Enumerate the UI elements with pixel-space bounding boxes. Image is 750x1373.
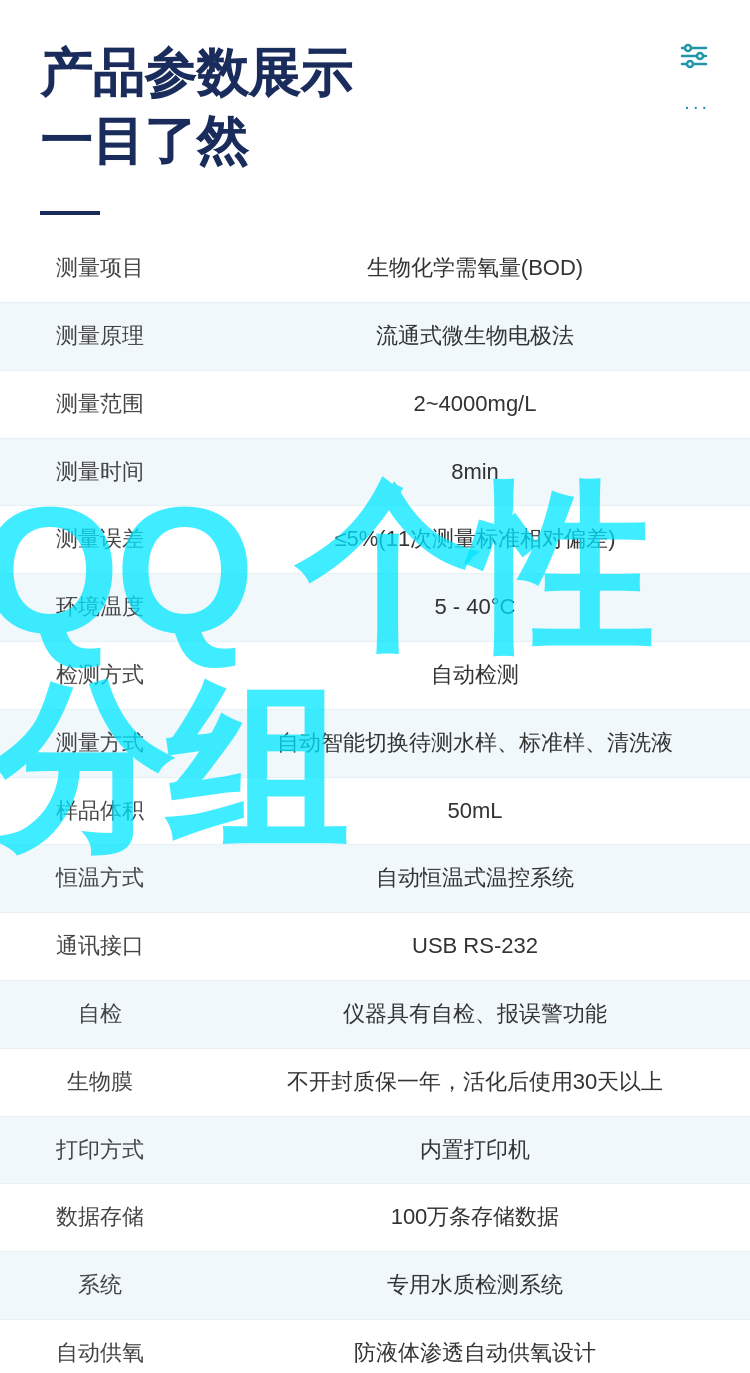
param-label: 打印方式 bbox=[0, 1116, 200, 1184]
table-row: 打印方式内置打印机 bbox=[0, 1116, 750, 1184]
param-label: 通讯接口 bbox=[0, 913, 200, 981]
table-row: 自检仪器具有自检、报误警功能 bbox=[0, 980, 750, 1048]
param-value: 100万条存储数据 bbox=[200, 1184, 750, 1252]
table-row: 系统专用水质检测系统 bbox=[0, 1252, 750, 1320]
param-label: 测量时间 bbox=[0, 438, 200, 506]
param-value: 专用水质检测系统 bbox=[200, 1252, 750, 1320]
table-row: 测量误差≤5%(11次测量标准相对偏差) bbox=[0, 506, 750, 574]
table-row: 数据存储100万条存储数据 bbox=[0, 1184, 750, 1252]
table-row: 恒温方式自动恒温式温控系统 bbox=[0, 845, 750, 913]
param-value: ≤5%(11次测量标准相对偏差) bbox=[200, 506, 750, 574]
param-value: 防液体渗透自动供氧设计 bbox=[200, 1319, 750, 1373]
table-row: 自动供氧防液体渗透自动供氧设计 bbox=[0, 1319, 750, 1373]
param-value: USB RS-232 bbox=[200, 913, 750, 981]
param-label: 测量项目 bbox=[0, 235, 200, 302]
table-row: 测量范围2~4000mg/L bbox=[0, 370, 750, 438]
page-title: 产品参数展示 一目了然 bbox=[40, 40, 710, 175]
param-label: 生物膜 bbox=[0, 1048, 200, 1116]
param-value: 8min bbox=[200, 438, 750, 506]
table-row: 测量项目生物化学需氧量(BOD) bbox=[0, 235, 750, 302]
param-label: 测量原理 bbox=[0, 302, 200, 370]
param-value: 自动恒温式温控系统 bbox=[200, 845, 750, 913]
params-table: 测量项目生物化学需氧量(BOD)测量原理流通式微生物电极法测量范围2~4000m… bbox=[0, 235, 750, 1373]
table-row: 生物膜不开封质保一年，活化后使用30天以上 bbox=[0, 1048, 750, 1116]
header-section: 产品参数展示 一目了然 ··· bbox=[0, 0, 750, 195]
param-value: 5 - 40°C bbox=[200, 574, 750, 642]
svg-point-4 bbox=[697, 53, 703, 59]
param-value: 仪器具有自检、报误警功能 bbox=[200, 980, 750, 1048]
param-value: 自动检测 bbox=[200, 641, 750, 709]
table-row: 通讯接口USB RS-232 bbox=[0, 913, 750, 981]
table-row: 测量时间8min bbox=[0, 438, 750, 506]
param-value: 自动智能切换待测水样、标准样、清洗液 bbox=[200, 709, 750, 777]
param-label: 测量方式 bbox=[0, 709, 200, 777]
header-icons: ··· bbox=[678, 40, 710, 118]
param-label: 自动供氧 bbox=[0, 1319, 200, 1373]
param-value: 50mL bbox=[200, 777, 750, 845]
table-row: 样品体积50mL bbox=[0, 777, 750, 845]
param-value: 生物化学需氧量(BOD) bbox=[200, 235, 750, 302]
filter-icon[interactable] bbox=[678, 40, 710, 79]
param-label: 系统 bbox=[0, 1252, 200, 1320]
param-label: 检测方式 bbox=[0, 641, 200, 709]
svg-point-5 bbox=[687, 61, 693, 67]
param-value: 不开封质保一年，活化后使用30天以上 bbox=[200, 1048, 750, 1116]
param-label: 样品体积 bbox=[0, 777, 200, 845]
param-value: 2~4000mg/L bbox=[200, 370, 750, 438]
accent-divider bbox=[40, 211, 100, 215]
table-row: 测量方式自动智能切换待测水样、标准样、清洗液 bbox=[0, 709, 750, 777]
param-label: 环境温度 bbox=[0, 574, 200, 642]
param-label: 自检 bbox=[0, 980, 200, 1048]
table-row: 测量原理流通式微生物电极法 bbox=[0, 302, 750, 370]
param-label: 数据存储 bbox=[0, 1184, 200, 1252]
param-value: 内置打印机 bbox=[200, 1116, 750, 1184]
more-options-icon[interactable]: ··· bbox=[684, 95, 710, 118]
table-row: 环境温度5 - 40°C bbox=[0, 574, 750, 642]
param-value: 流通式微生物电极法 bbox=[200, 302, 750, 370]
param-label: 测量误差 bbox=[0, 506, 200, 574]
param-label: 测量范围 bbox=[0, 370, 200, 438]
table-row: 检测方式自动检测 bbox=[0, 641, 750, 709]
svg-point-3 bbox=[685, 45, 691, 51]
param-label: 恒温方式 bbox=[0, 845, 200, 913]
